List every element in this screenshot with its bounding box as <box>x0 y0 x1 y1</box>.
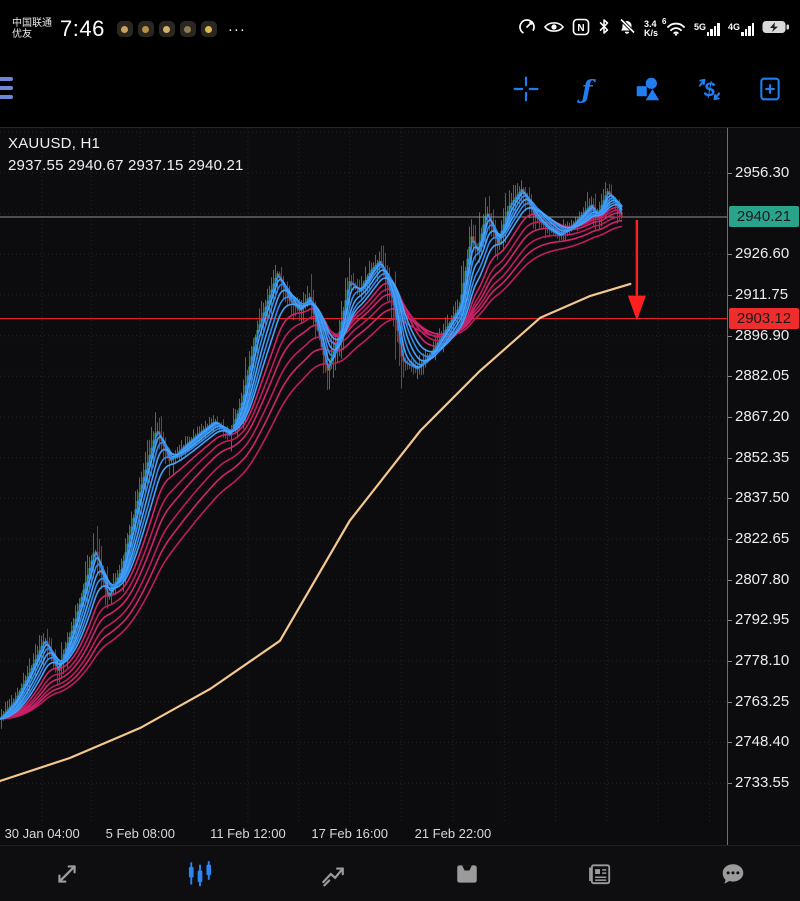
app-notification-icon <box>138 21 154 37</box>
clock: 7:46 <box>60 16 105 42</box>
y-axis-label: 2837.50 <box>728 488 789 508</box>
y-axis-label: 2956.30 <box>728 163 789 183</box>
carrier-label: 中国联通 优友 <box>12 18 52 40</box>
bottom-nav <box>0 845 800 901</box>
y-axis-label: 2792.95 <box>728 610 789 630</box>
new-order-icon[interactable] <box>756 75 784 103</box>
network-speed: 3.4 K/s <box>644 20 658 38</box>
status-bar-right: N 3.4 K/s 6 5G 4G <box>518 18 790 41</box>
alert-price-tag: 2903.12 <box>729 308 799 329</box>
ma-long-line <box>0 284 630 781</box>
battery-icon <box>762 20 790 39</box>
nav-messages[interactable] <box>711 852 755 896</box>
current-price-tag: 2940.21 <box>729 206 799 227</box>
carrier-line1: 中国联通 <box>12 18 52 29</box>
screen: 中国联通 优友 7:46 ··· N 3.4 <box>0 0 800 901</box>
y-axis-label: 2867.20 <box>728 407 789 427</box>
signal-5g-bars <box>707 22 720 36</box>
signal-4g-bars <box>741 22 754 36</box>
y-axis-label: 2807.80 <box>728 570 789 590</box>
y-axis-label: 2778.10 <box>728 651 789 671</box>
app-notification-icon <box>201 21 217 37</box>
mute-icon <box>618 18 636 40</box>
sell-arrow-annotation[interactable] <box>628 220 646 321</box>
x-axis-label: 17 Feb 16:00 <box>311 826 388 841</box>
status-bar: 中国联通 优友 7:46 ··· N 3.4 <box>0 0 800 56</box>
y-axis-label: 2911.75 <box>728 285 788 305</box>
signal-4g: 4G <box>728 22 754 36</box>
nav-news[interactable] <box>578 852 622 896</box>
indicators-icon[interactable]: ƒ <box>573 75 601 103</box>
nav-charts[interactable] <box>178 852 222 896</box>
data-saver-icon <box>518 18 536 41</box>
time-axis[interactable]: 30 Jan 04:00 5 Feb 08:00 11 Feb 12:00 17 Fe… <box>0 821 727 846</box>
y-axis-label: 2763.25 <box>728 692 789 712</box>
x-axis-label: 21 Feb 22:00 <box>415 826 492 841</box>
y-axis-label: 2852.35 <box>728 448 789 468</box>
menu-icon[interactable] <box>0 77 14 105</box>
chart-area[interactable]: XAUUSD, H1 2937.55 2940.67 2937.15 2940.… <box>0 127 800 845</box>
ema-ribbon-slow <box>0 207 622 719</box>
notification-app-icons <box>117 21 217 37</box>
chart-toolbar: ƒ $ <box>0 56 800 127</box>
bluetooth-icon <box>598 18 610 40</box>
app-notification-icon <box>180 21 196 37</box>
trade-icon[interactable]: $ <box>695 75 723 103</box>
nav-trade[interactable] <box>311 852 355 896</box>
wifi-badge: 6 <box>662 17 666 26</box>
x-axis-label: 11 Feb 12:00 <box>210 826 286 841</box>
y-axis-label: 2822.65 <box>728 529 789 549</box>
x-axis-label: 30 Jan 04:00 <box>5 826 80 841</box>
x-axis-label: 5 Feb 08:00 <box>106 826 175 841</box>
carrier-line2: 优友 <box>12 29 52 40</box>
signal-5g: 5G <box>694 22 720 36</box>
status-bar-left: 中国联通 优友 7:46 ··· <box>12 16 246 42</box>
app-notification-icon <box>117 21 133 37</box>
svg-text:N: N <box>577 22 584 33</box>
ema-ribbon-fast <box>0 191 622 719</box>
network-speed-unit: K/s <box>644 29 658 38</box>
candlestick-chart[interactable] <box>0 128 727 821</box>
y-axis-label: 2926.60 <box>728 244 789 264</box>
signal-5g-label: 5G <box>694 22 706 32</box>
y-axis-label: 2748.40 <box>728 732 789 752</box>
y-axis-label: 2882.05 <box>728 366 789 386</box>
crosshair-icon[interactable] <box>512 75 540 103</box>
wifi-icon: 6 <box>666 18 686 41</box>
nav-history[interactable] <box>445 852 489 896</box>
grid <box>0 128 727 821</box>
price-axis[interactable]: 2956.302926.602911.752896.902882.052867.… <box>727 128 800 846</box>
y-axis-label: 2733.55 <box>728 773 789 793</box>
app-notification-icon <box>159 21 175 37</box>
nav-quotes[interactable] <box>45 852 89 896</box>
nfc-icon: N <box>572 18 590 41</box>
eye-protection-icon <box>544 20 564 39</box>
signal-4g-label: 4G <box>728 22 740 32</box>
more-notifications-icon: ··· <box>228 21 246 38</box>
objects-icon[interactable] <box>634 75 662 103</box>
